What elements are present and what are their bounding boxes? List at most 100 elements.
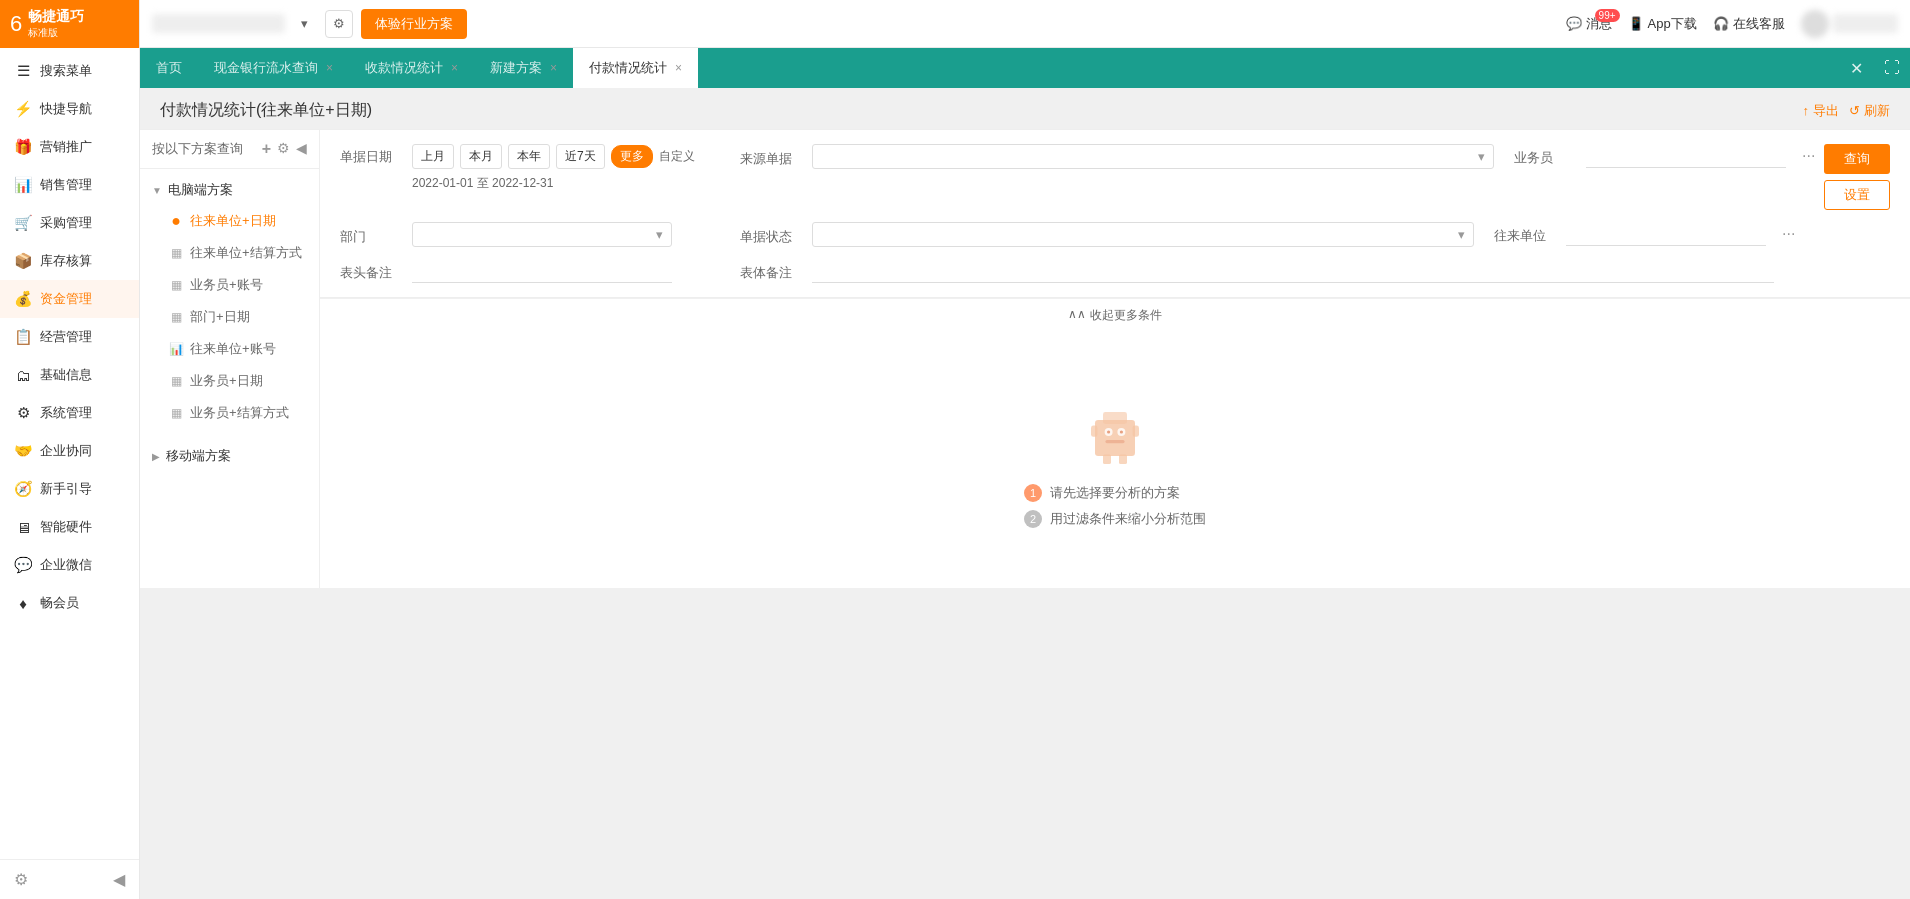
member-icon: ♦: [14, 594, 32, 612]
tab-bank-flow[interactable]: 现金银行流水查询 ×: [198, 48, 349, 88]
tab-close-receipt-stats[interactable]: ×: [451, 61, 458, 75]
sidebar-item-wechat[interactable]: 💬 企业微信: [0, 546, 139, 584]
date-btn-more[interactable]: 更多: [611, 145, 653, 168]
tab-receipt-stats[interactable]: 收款情况统计 ×: [349, 48, 474, 88]
scheme-item-3[interactable]: ▦ 部门+日期: [140, 301, 319, 333]
company-dropdown-icon[interactable]: ▾: [293, 12, 317, 36]
filter-section: 单据日期 上月 本月 本年 近7天 更多 自定义 20: [320, 130, 1910, 298]
date-btn-this-month[interactable]: 本月: [460, 144, 502, 169]
sidebar-item-label: 新手引导: [40, 480, 92, 498]
sidebar-item-label: 快捷导航: [40, 100, 92, 118]
sidebar-item-search-menu[interactable]: ☰ 搜索菜单: [0, 52, 139, 90]
export-btn[interactable]: ↑ 导出: [1803, 102, 1840, 120]
scheme-collapse-icon[interactable]: ◀: [296, 140, 307, 158]
scheme-item-label: 部门+日期: [190, 308, 250, 326]
tab-payment-stats[interactable]: 付款情况统计 ×: [573, 48, 698, 88]
tab-close-new-scheme[interactable]: ×: [550, 61, 557, 75]
scheme-item-5[interactable]: ▦ 业务员+日期: [140, 365, 319, 397]
sidebar-item-label: 采购管理: [40, 214, 92, 232]
scheme-item-6[interactable]: ▦ 业务员+结算方式: [140, 397, 319, 429]
tab-home[interactable]: 首页: [140, 48, 198, 88]
scheme-add-icon[interactable]: +: [262, 140, 271, 158]
svg-point-5: [1120, 430, 1123, 433]
sidebar-item-label: 经营管理: [40, 328, 92, 346]
sidebar-item-capital[interactable]: 💰 资金管理: [0, 280, 139, 318]
scheme-item-0[interactable]: ● 往来单位+日期: [140, 205, 319, 237]
header-note-input[interactable]: [412, 259, 672, 283]
query-btn[interactable]: 查询: [1824, 144, 1890, 174]
sidebar-item-label: 营销推广: [40, 138, 92, 156]
scheme-section-desktop: ▼ 电脑端方案 ● 往来单位+日期 ▦ 往来单位+结算方式 ▦ 业务员+账号: [140, 169, 319, 435]
counterpart-dots-icon[interactable]: ···: [1782, 225, 1795, 243]
sidebar-item-inventory[interactable]: 📦 库存核算: [0, 242, 139, 280]
header-note-label: 表头备注: [340, 260, 404, 282]
sidebar-item-guide[interactable]: 🧭 新手引导: [0, 470, 139, 508]
scheme-item-1[interactable]: ▦ 往来单位+结算方式: [140, 237, 319, 269]
date-custom-label[interactable]: 自定义: [659, 148, 695, 165]
tab-close-payment-stats[interactable]: ×: [675, 61, 682, 75]
tab-maximize-btn[interactable]: ⛶: [1874, 48, 1910, 88]
sidebar-item-cooperation[interactable]: 🤝 企业协同: [0, 432, 139, 470]
doc-status-select[interactable]: ▾: [812, 222, 1474, 247]
salesperson-dots-icon[interactable]: ···: [1802, 147, 1815, 165]
tab-new-scheme[interactable]: 新建方案 ×: [474, 48, 573, 88]
set-btn[interactable]: 设置: [1824, 180, 1890, 210]
section-expand-icon: ▼: [152, 185, 162, 196]
scheme-item-label: 业务员+结算方式: [190, 404, 289, 422]
header-gear-btn[interactable]: ⚙: [325, 10, 353, 38]
scheme-item-icon-2: ▦: [168, 277, 184, 293]
body-note-input[interactable]: [812, 259, 1774, 283]
body-note-label: 表体备注: [740, 260, 804, 282]
messages-btn[interactable]: 💬 消息 99+: [1566, 15, 1612, 33]
scheme-header-actions: + ⚙ ◀: [262, 140, 307, 158]
date-btn-this-year[interactable]: 本年: [508, 144, 550, 169]
sidebar-item-system[interactable]: ⚙ 系统管理: [0, 394, 139, 432]
scheme-panel: 按以下方案查询 + ⚙ ◀ ▼ 电脑端方案 ●: [140, 130, 320, 588]
footer-collapse-icon[interactable]: ◀: [113, 870, 125, 889]
online-service-btn[interactable]: 🎧 在线客服: [1713, 15, 1785, 33]
section-label: 电脑端方案: [168, 181, 233, 199]
right-panel: 单据日期 上月 本月 本年 近7天 更多 自定义 20: [320, 130, 1910, 588]
tab-close-all-btn[interactable]: ✕: [1838, 48, 1874, 88]
app-download-btn[interactable]: 📱 App下载: [1628, 15, 1697, 33]
user-avatar[interactable]: user: [1801, 8, 1898, 40]
svg-rect-10: [1119, 454, 1127, 464]
main-area: company ▾ ⚙ 体验行业方案 💬 消息 99+ 📱 App下载 🎧 在线…: [140, 0, 1910, 899]
doc-status-arrow: ▾: [1458, 227, 1465, 242]
dept-select[interactable]: ▾: [412, 222, 672, 247]
date-btn-7days[interactable]: 近7天: [556, 144, 605, 169]
sidebar-item-basic[interactable]: 🗂 基础信息: [0, 356, 139, 394]
scheme-section-mobile-header[interactable]: ▶ 移动端方案: [140, 441, 319, 471]
trial-industry-btn[interactable]: 体验行业方案: [361, 9, 467, 39]
sidebar-item-hardware[interactable]: 🖥 智能硬件: [0, 508, 139, 546]
salesperson-input[interactable]: [1586, 144, 1786, 168]
marketing-icon: 🎁: [14, 138, 32, 156]
sidebar-item-label: 资金管理: [40, 290, 92, 308]
scheme-item-label: 往来单位+日期: [190, 212, 276, 230]
sidebar-item-quick-nav[interactable]: ⚡ 快捷导航: [0, 90, 139, 128]
scheme-item-4[interactable]: 📊 往来单位+账号: [140, 333, 319, 365]
sidebar-item-sales[interactable]: 📊 销售管理: [0, 166, 139, 204]
tab-close-bank-flow[interactable]: ×: [326, 61, 333, 75]
footer-settings-icon[interactable]: ⚙: [14, 870, 28, 889]
scheme-item-2[interactable]: ▦ 业务员+账号: [140, 269, 319, 301]
sidebar-logo-sub: 标准版: [28, 26, 84, 40]
sidebar-item-purchase[interactable]: 🛒 采购管理: [0, 204, 139, 242]
source-doc-select[interactable]: ▾: [812, 144, 1494, 169]
refresh-btn[interactable]: ↺ 刷新: [1849, 102, 1890, 120]
sidebar-item-member[interactable]: ♦ 畅会员: [0, 584, 139, 622]
content-area: 按以下方案查询 + ⚙ ◀ ▼ 电脑端方案 ●: [140, 129, 1910, 588]
scheme-item-label: 业务员+日期: [190, 372, 263, 390]
counterpart-input[interactable]: [1566, 222, 1766, 246]
sidebar-item-label: 系统管理: [40, 404, 92, 422]
sidebar-item-marketing[interactable]: 🎁 营销推广: [0, 128, 139, 166]
scheme-section-desktop-header[interactable]: ▼ 电脑端方案: [140, 175, 319, 205]
messages-badge: 99+: [1595, 9, 1620, 22]
sidebar-item-operation[interactable]: 📋 经营管理: [0, 318, 139, 356]
date-btn-last-month[interactable]: 上月: [412, 144, 454, 169]
scheme-settings-icon[interactable]: ⚙: [277, 140, 290, 158]
sidebar-item-label: 企业协同: [40, 442, 92, 460]
system-icon: ⚙: [14, 404, 32, 422]
collapse-bar[interactable]: ∧∧ 收起更多条件: [320, 298, 1910, 332]
header-right: 💬 消息 99+ 📱 App下载 🎧 在线客服 user: [1566, 8, 1898, 40]
